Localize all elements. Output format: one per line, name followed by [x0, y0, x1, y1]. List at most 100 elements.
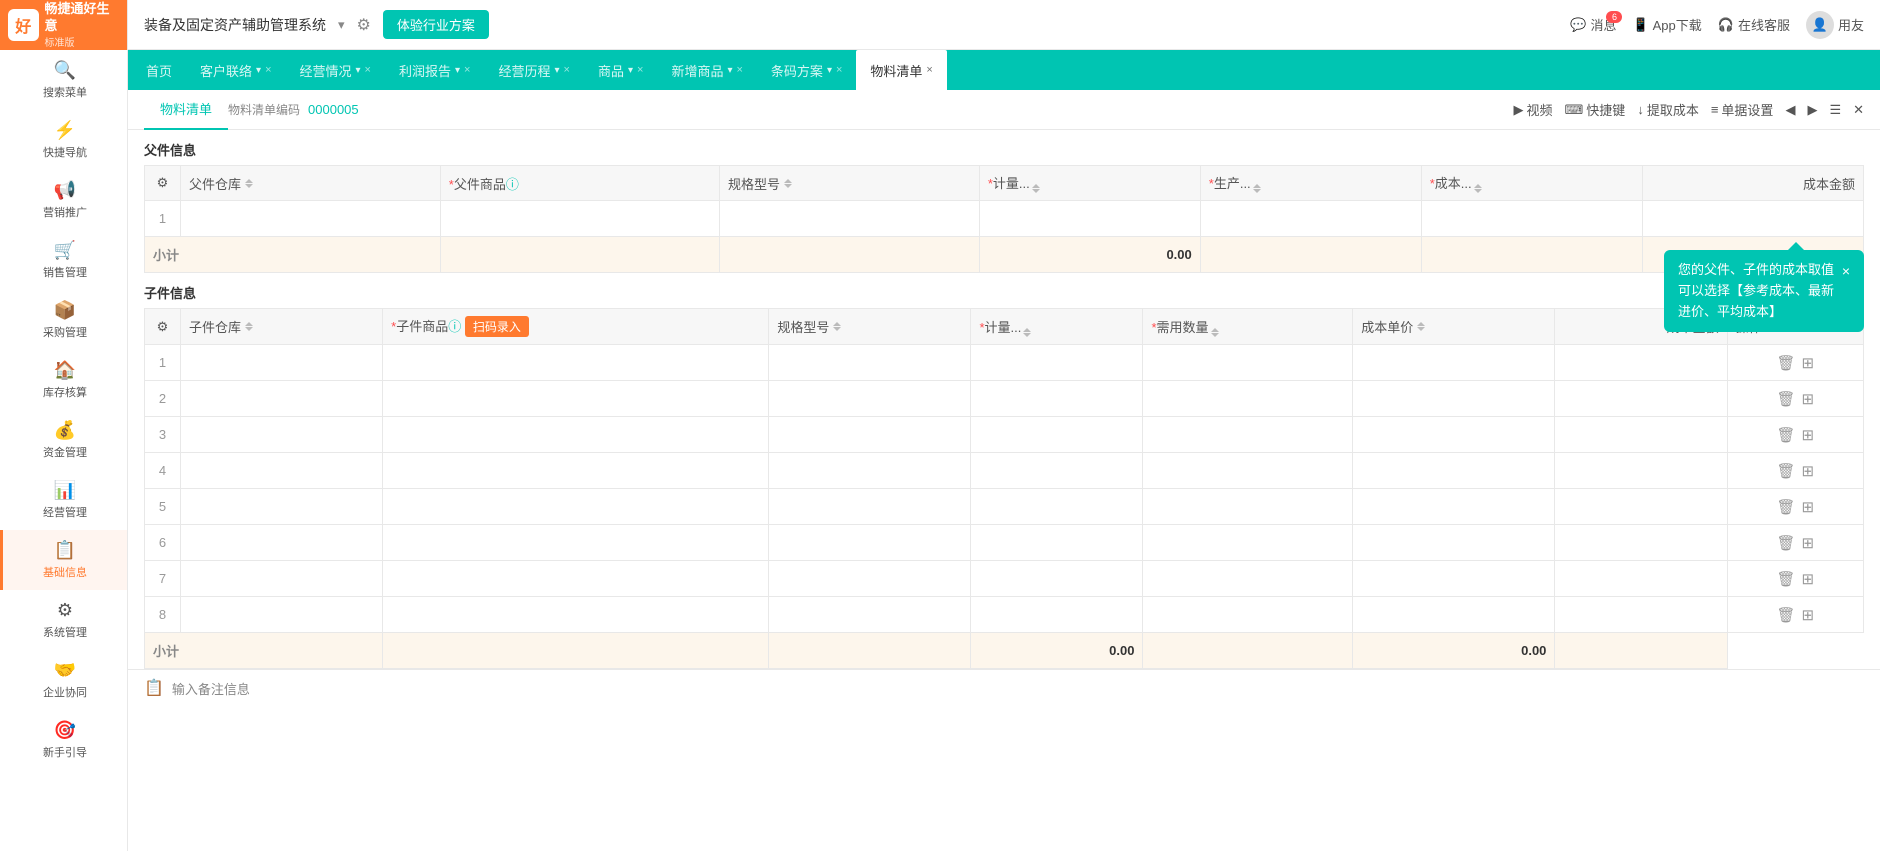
- child-cell-qty-0[interactable]: [1143, 345, 1353, 381]
- child-cell-qty-6[interactable]: [1143, 561, 1353, 597]
- child-cell-unit-1[interactable]: [971, 381, 1143, 417]
- child-cell-product-6[interactable]: [383, 561, 769, 597]
- sidebar-item-9[interactable]: ⚙系统管理: [0, 590, 127, 650]
- child-cell-unit-6[interactable]: [971, 561, 1143, 597]
- nav-tab-close-2[interactable]: ×: [365, 64, 371, 76]
- child-cell-qty-4[interactable]: [1143, 489, 1353, 525]
- child-cell-warehouse-3[interactable]: [181, 453, 383, 489]
- online-service-btn[interactable]: 🎧 在线客服: [1718, 15, 1790, 34]
- child-cell-qty-7[interactable]: [1143, 597, 1353, 633]
- sub-tab-bill[interactable]: 物料清单: [144, 90, 228, 130]
- child-cell-unit-price-3[interactable]: [1353, 453, 1555, 489]
- child-cell-product-3[interactable]: [383, 453, 769, 489]
- child-cell-qty-5[interactable]: [1143, 525, 1353, 561]
- copy-icon-3[interactable]: ⊞: [1802, 462, 1815, 480]
- video-action[interactable]: ▶ 视频: [1514, 100, 1553, 119]
- sidebar-item-5[interactable]: 🏠库存核算: [0, 350, 127, 410]
- child-cell-qty-2[interactable]: [1143, 417, 1353, 453]
- nav-tab-8[interactable]: 物料清单×: [856, 50, 946, 90]
- child-cell-unit-price-6[interactable]: [1353, 561, 1555, 597]
- nav-next-icon[interactable]: ▶: [1807, 102, 1817, 118]
- child-cell-unit-price-0[interactable]: [1353, 345, 1555, 381]
- gear-icon[interactable]: ⚙: [357, 15, 371, 35]
- child-cell-unit-5[interactable]: [971, 525, 1143, 561]
- child-cell-warehouse-0[interactable]: [181, 345, 383, 381]
- child-cell-unit-price-7[interactable]: [1353, 597, 1555, 633]
- child-cell-warehouse-4[interactable]: [181, 489, 383, 525]
- experience-button[interactable]: 体验行业方案: [383, 10, 489, 39]
- nav-tab-close-3[interactable]: ×: [464, 64, 470, 76]
- child-cell-warehouse-7[interactable]: [181, 597, 383, 633]
- scan-input-button[interactable]: 扫码录入: [465, 316, 529, 337]
- child-cell-warehouse-2[interactable]: [181, 417, 383, 453]
- user-menu[interactable]: 👤 用友: [1806, 11, 1864, 39]
- child-cell-spec-5[interactable]: [769, 525, 971, 561]
- sidebar-item-0[interactable]: 🔍搜索菜单: [0, 50, 127, 110]
- copy-icon-4[interactable]: ⊞: [1802, 498, 1815, 516]
- child-cell-product-2[interactable]: [383, 417, 769, 453]
- nav-tab-0[interactable]: 首页: [132, 50, 186, 90]
- sidebar-item-11[interactable]: 🎯新手引导: [0, 710, 127, 770]
- nav-list-icon[interactable]: ☰: [1829, 102, 1841, 118]
- child-cell-unit-4[interactable]: [971, 489, 1143, 525]
- sidebar-item-1[interactable]: ⚡快捷导航: [0, 110, 127, 170]
- child-cell-product-5[interactable]: [383, 525, 769, 561]
- copy-icon-2[interactable]: ⊞: [1802, 426, 1815, 444]
- child-cell-unit-price-2[interactable]: [1353, 417, 1555, 453]
- nav-prev-icon[interactable]: ◀: [1785, 102, 1795, 118]
- delete-icon-7[interactable]: 🗑: [1777, 606, 1796, 624]
- sidebar-item-3[interactable]: 🛒销售管理: [0, 230, 127, 290]
- nav-tab-5[interactable]: 商品▾×: [584, 50, 657, 90]
- nav-tab-4[interactable]: 经营历程▾×: [484, 50, 583, 90]
- shortcut-action[interactable]: ⌨ 快捷键: [1565, 100, 1626, 119]
- delete-icon-4[interactable]: 🗑: [1777, 498, 1796, 516]
- child-cell-qty-3[interactable]: [1143, 453, 1353, 489]
- child-cell-unit-0[interactable]: [971, 345, 1143, 381]
- delete-icon-6[interactable]: 🗑: [1777, 570, 1796, 588]
- child-cell-unit-price-1[interactable]: [1353, 381, 1555, 417]
- copy-icon-1[interactable]: ⊞: [1802, 390, 1815, 408]
- child-cell-spec-0[interactable]: [769, 345, 971, 381]
- parent-th-settings[interactable]: ⚙: [145, 166, 181, 201]
- copy-icon-7[interactable]: ⊞: [1802, 606, 1815, 624]
- close-tab-icon[interactable]: ✕: [1853, 102, 1864, 118]
- sidebar-item-10[interactable]: 🤝企业协同: [0, 650, 127, 710]
- child-cell-warehouse-6[interactable]: [181, 561, 383, 597]
- nav-tab-close-7[interactable]: ×: [836, 64, 842, 76]
- extract-cost-action[interactable]: ↓ 提取成本: [1637, 100, 1699, 119]
- message-btn[interactable]: 💬 消息 6: [1570, 15, 1616, 34]
- child-cell-warehouse-1[interactable]: [181, 381, 383, 417]
- nav-tab-close-6[interactable]: ×: [736, 64, 742, 76]
- child-cell-spec-3[interactable]: [769, 453, 971, 489]
- doc-settings-action[interactable]: ≡ 单据设置: [1711, 100, 1774, 119]
- delete-icon-5[interactable]: 🗑: [1777, 534, 1796, 552]
- nav-tab-close-1[interactable]: ×: [265, 64, 271, 76]
- sidebar-item-2[interactable]: 📢营销推广: [0, 170, 127, 230]
- nav-tab-close-5[interactable]: ×: [637, 64, 643, 76]
- parent-cell-produce[interactable]: [1200, 201, 1421, 237]
- delete-icon-0[interactable]: 🗑: [1777, 354, 1796, 372]
- copy-icon-0[interactable]: ⊞: [1802, 354, 1815, 372]
- child-cell-unit-2[interactable]: [971, 417, 1143, 453]
- copy-icon-5[interactable]: ⊞: [1802, 534, 1815, 552]
- child-cell-spec-2[interactable]: [769, 417, 971, 453]
- sidebar-item-8[interactable]: 📋基础信息: [0, 530, 127, 590]
- child-cell-unit-price-5[interactable]: [1353, 525, 1555, 561]
- child-cell-spec-1[interactable]: [769, 381, 971, 417]
- copy-icon-6[interactable]: ⊞: [1802, 570, 1815, 588]
- child-cell-product-4[interactable]: [383, 489, 769, 525]
- system-dropdown-arrow[interactable]: ▾: [338, 17, 345, 33]
- parent-cell-spec[interactable]: [720, 201, 980, 237]
- parent-cell-cost[interactable]: [1421, 201, 1642, 237]
- parent-cell-product[interactable]: [440, 201, 719, 237]
- child-cell-product-1[interactable]: [383, 381, 769, 417]
- child-cell-unit-7[interactable]: [971, 597, 1143, 633]
- nav-tab-1[interactable]: 客户联络▾×: [186, 50, 285, 90]
- nav-tab-7[interactable]: 条码方案▾×: [757, 50, 856, 90]
- child-cell-unit-price-4[interactable]: [1353, 489, 1555, 525]
- delete-icon-1[interactable]: 🗑: [1777, 390, 1796, 408]
- nav-tab-close-4[interactable]: ×: [564, 64, 570, 76]
- tooltip-close-button[interactable]: ×: [1842, 260, 1850, 282]
- delete-icon-2[interactable]: 🗑: [1777, 426, 1796, 444]
- sidebar-item-7[interactable]: 📊经营管理: [0, 470, 127, 530]
